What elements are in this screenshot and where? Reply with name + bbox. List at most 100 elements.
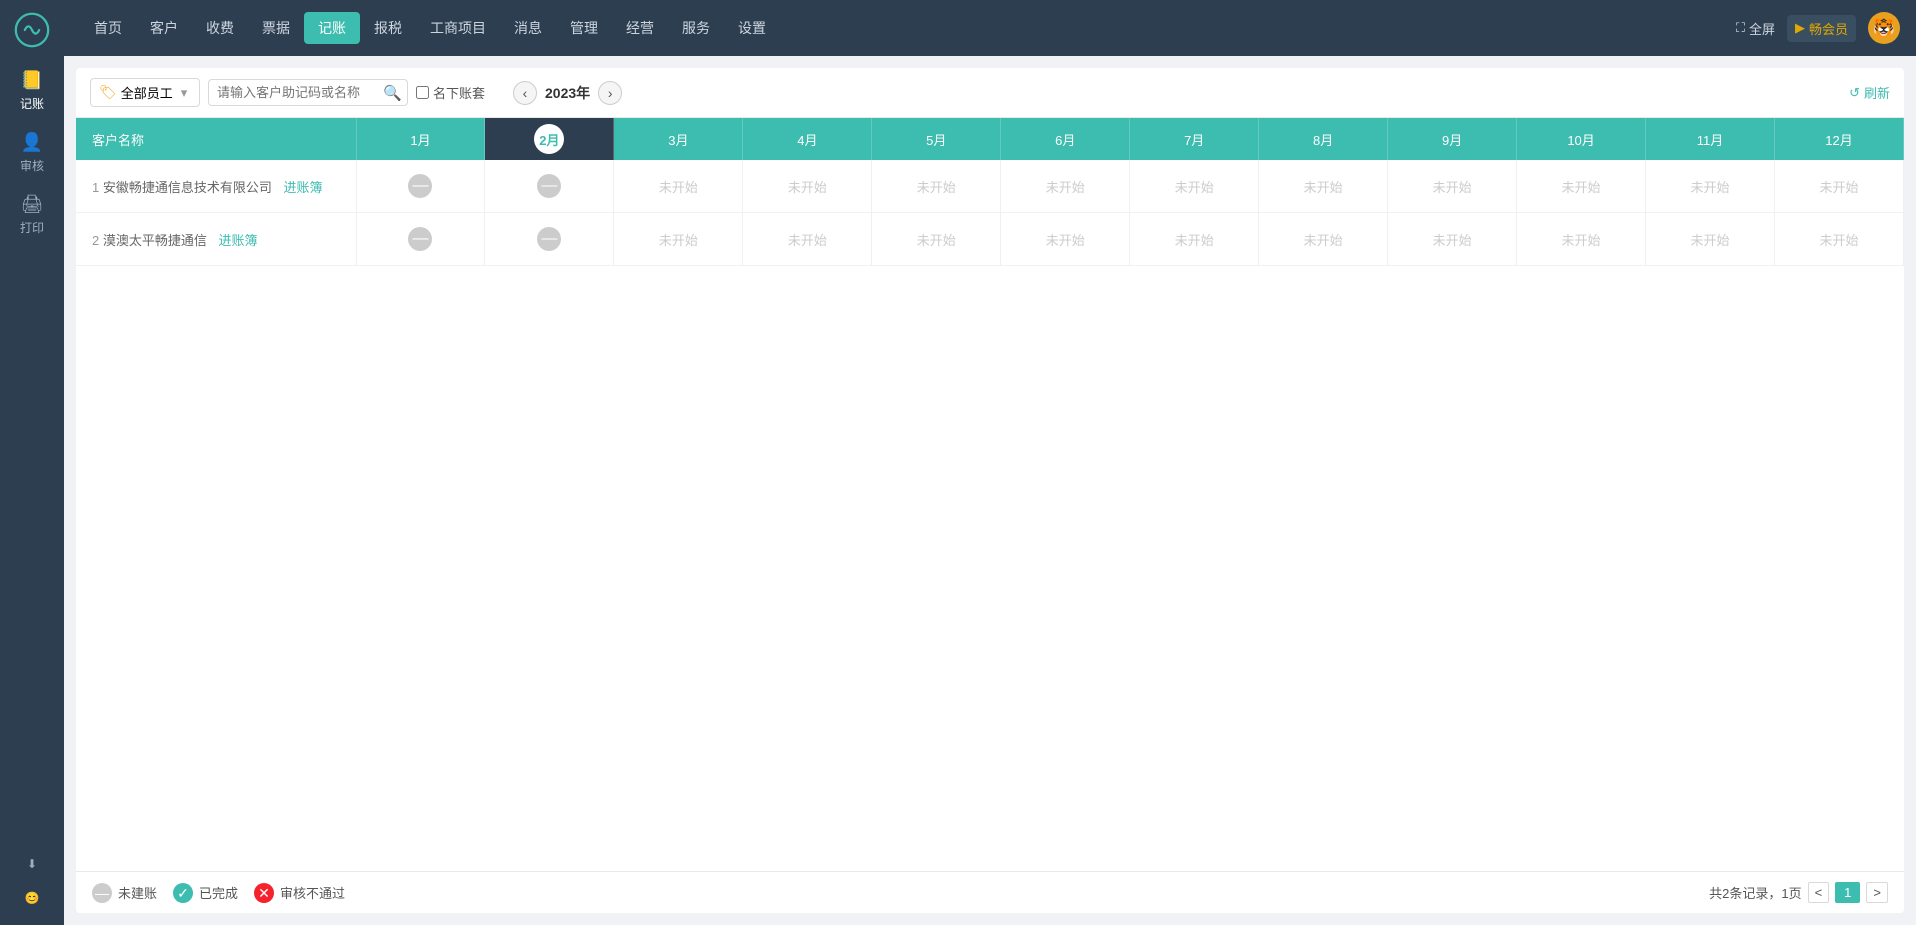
status-not-started-text: 未开始: [1691, 180, 1730, 195]
col-mar: 3月: [614, 118, 743, 160]
nav-message[interactable]: 消息: [500, 12, 556, 44]
fullscreen-label: 全屏: [1749, 19, 1775, 38]
prev-page-button[interactable]: <: [1808, 882, 1830, 903]
vip-button[interactable]: ▶ 畅会员: [1787, 15, 1856, 42]
sidebar-support[interactable]: 😊: [0, 883, 64, 913]
employee-filter-label: 全部员工: [121, 83, 173, 102]
cell-month-4: 未开始: [743, 213, 872, 266]
next-page-button[interactable]: >: [1866, 882, 1888, 903]
cell-month-2: —: [485, 160, 614, 213]
cell-month-9: 未开始: [1388, 213, 1517, 266]
content-area: 🏷 全部员工 ▾ 🔍 名下账套 ‹ 2023年 ›: [64, 56, 1916, 925]
status-not-started-text: 未开始: [1819, 233, 1858, 248]
legend-dot-red: ✕: [254, 883, 274, 903]
cell-month-6: 未开始: [1001, 213, 1130, 266]
status-not-started-text: 未开始: [788, 233, 827, 248]
cell-month-3: 未开始: [614, 160, 743, 213]
nav-manage[interactable]: 管理: [556, 12, 612, 44]
search-button[interactable]: 🔍: [383, 84, 402, 102]
table-wrap: 客户名称 1月 2月 3月 4月 5月 6月 7月 8月 9月: [76, 118, 1904, 871]
legend-not-started-label: 未建账: [118, 883, 157, 902]
col-client-name: 客户名称: [76, 118, 356, 160]
client-name-text: 安徽畅捷通信息技术有限公司: [103, 180, 272, 195]
vip-icon: ▶: [1795, 20, 1805, 36]
sidebar-item-print-label: 打印: [20, 219, 44, 236]
cell-month-1: —: [356, 213, 485, 266]
col-jun: 6月: [1001, 118, 1130, 160]
page-1-button[interactable]: 1: [1835, 882, 1860, 903]
legend-dot-gray: —: [92, 883, 112, 903]
next-year-button[interactable]: ›: [598, 81, 622, 105]
refresh-button[interactable]: ↺ 刷新: [1849, 83, 1890, 102]
sidebar-item-audit[interactable]: 👤 审核: [0, 122, 64, 184]
year-label: 2023年: [545, 83, 590, 103]
nav-settings[interactable]: 设置: [724, 12, 780, 44]
fullscreen-button[interactable]: ⛶ 全屏: [1736, 19, 1775, 38]
row-index: 2: [92, 233, 99, 248]
nav-billing[interactable]: 收费: [192, 12, 248, 44]
cell-month-4: 未开始: [743, 160, 872, 213]
row-index: 1: [92, 180, 99, 195]
cell-month-9: 未开始: [1388, 160, 1517, 213]
legend-completed: ✓ 已完成: [173, 883, 238, 903]
pagination: 共2条记录，1页 < 1 >: [1709, 882, 1888, 903]
cell-month-3: 未开始: [614, 213, 743, 266]
cell-month-10: 未开始: [1517, 160, 1646, 213]
legend-rejected-label: 审核不通过: [280, 883, 345, 902]
cell-month-10: 未开始: [1517, 213, 1646, 266]
sidebar-download[interactable]: ⬇: [0, 849, 64, 879]
legend-rejected: ✕ 审核不通过: [254, 883, 345, 903]
client-name-text: 漠澳太平畅捷通信: [103, 233, 207, 248]
status-not-started-text: 未开始: [1046, 180, 1085, 195]
print-icon: 🖨: [21, 194, 44, 215]
status-dash-icon: —: [408, 227, 432, 251]
status-not-started-text: 未开始: [917, 233, 956, 248]
active-month-circle: 2月: [534, 124, 564, 154]
subsidiary-checkbox[interactable]: [416, 86, 429, 99]
cell-month-12: 未开始: [1774, 213, 1903, 266]
cell-month-11: 未开始: [1646, 160, 1775, 213]
status-not-started-text: 未开始: [788, 180, 827, 195]
col-feb: 2月: [485, 118, 614, 160]
col-jan: 1月: [356, 118, 485, 160]
status-not-started-text: 未开始: [1691, 233, 1730, 248]
employee-filter[interactable]: 🏷 全部员工 ▾: [90, 78, 200, 107]
cell-month-1: —: [356, 160, 485, 213]
status-not-started-text: 未开始: [659, 180, 698, 195]
status-not-started-text: 未开始: [1175, 180, 1214, 195]
status-not-started-text: 未开始: [1046, 233, 1085, 248]
topnav: 首页 客户 收费 票据 记账 报税 工商项目 消息 管理 经营 服务 设置 ⛶ …: [64, 0, 1916, 56]
subsidiary-filter[interactable]: 名下账套: [416, 83, 485, 102]
tag-icon: 🏷: [99, 84, 117, 101]
search-input[interactable]: [208, 79, 408, 106]
pagination-summary: 共2条记录，1页: [1709, 883, 1801, 902]
nav-invoice[interactable]: 票据: [248, 12, 304, 44]
audit-icon: 👤: [21, 132, 43, 153]
cell-month-8: 未开始: [1259, 213, 1388, 266]
refresh-icon: ↺: [1849, 85, 1860, 101]
nav-service[interactable]: 服务: [668, 12, 724, 44]
col-jul: 7月: [1130, 118, 1259, 160]
table-row: 1 安徽畅捷通信息技术有限公司 进账簿——未开始未开始未开始未开始未开始未开始未…: [76, 160, 1904, 213]
sidebar-item-accounting[interactable]: 📒 记账: [0, 60, 64, 122]
status-dash-icon: —: [537, 174, 561, 198]
col-oct: 10月: [1517, 118, 1646, 160]
sidebar-item-audit-label: 审核: [20, 157, 44, 174]
legend-completed-label: 已完成: [199, 883, 238, 902]
fullscreen-icon: ⛶: [1736, 20, 1745, 36]
sidebar-item-print[interactable]: 🖨 打印: [0, 184, 64, 246]
prev-year-button[interactable]: ‹: [513, 81, 537, 105]
nav-client[interactable]: 客户: [136, 12, 192, 44]
nav-ledger[interactable]: 记账: [304, 12, 360, 44]
enter-ledger-link[interactable]: 进账簿: [284, 180, 323, 195]
user-avatar[interactable]: 🐯: [1868, 12, 1900, 44]
enter-ledger-link[interactable]: 进账簿: [219, 233, 258, 248]
nav-tax[interactable]: 报税: [360, 12, 416, 44]
col-sep: 9月: [1388, 118, 1517, 160]
cell-month-6: 未开始: [1001, 160, 1130, 213]
nav-home[interactable]: 首页: [80, 12, 136, 44]
status-not-started-text: 未开始: [1304, 233, 1343, 248]
nav-business[interactable]: 工商项目: [416, 12, 500, 44]
nav-operation[interactable]: 经营: [612, 12, 668, 44]
status-not-started-text: 未开始: [659, 233, 698, 248]
